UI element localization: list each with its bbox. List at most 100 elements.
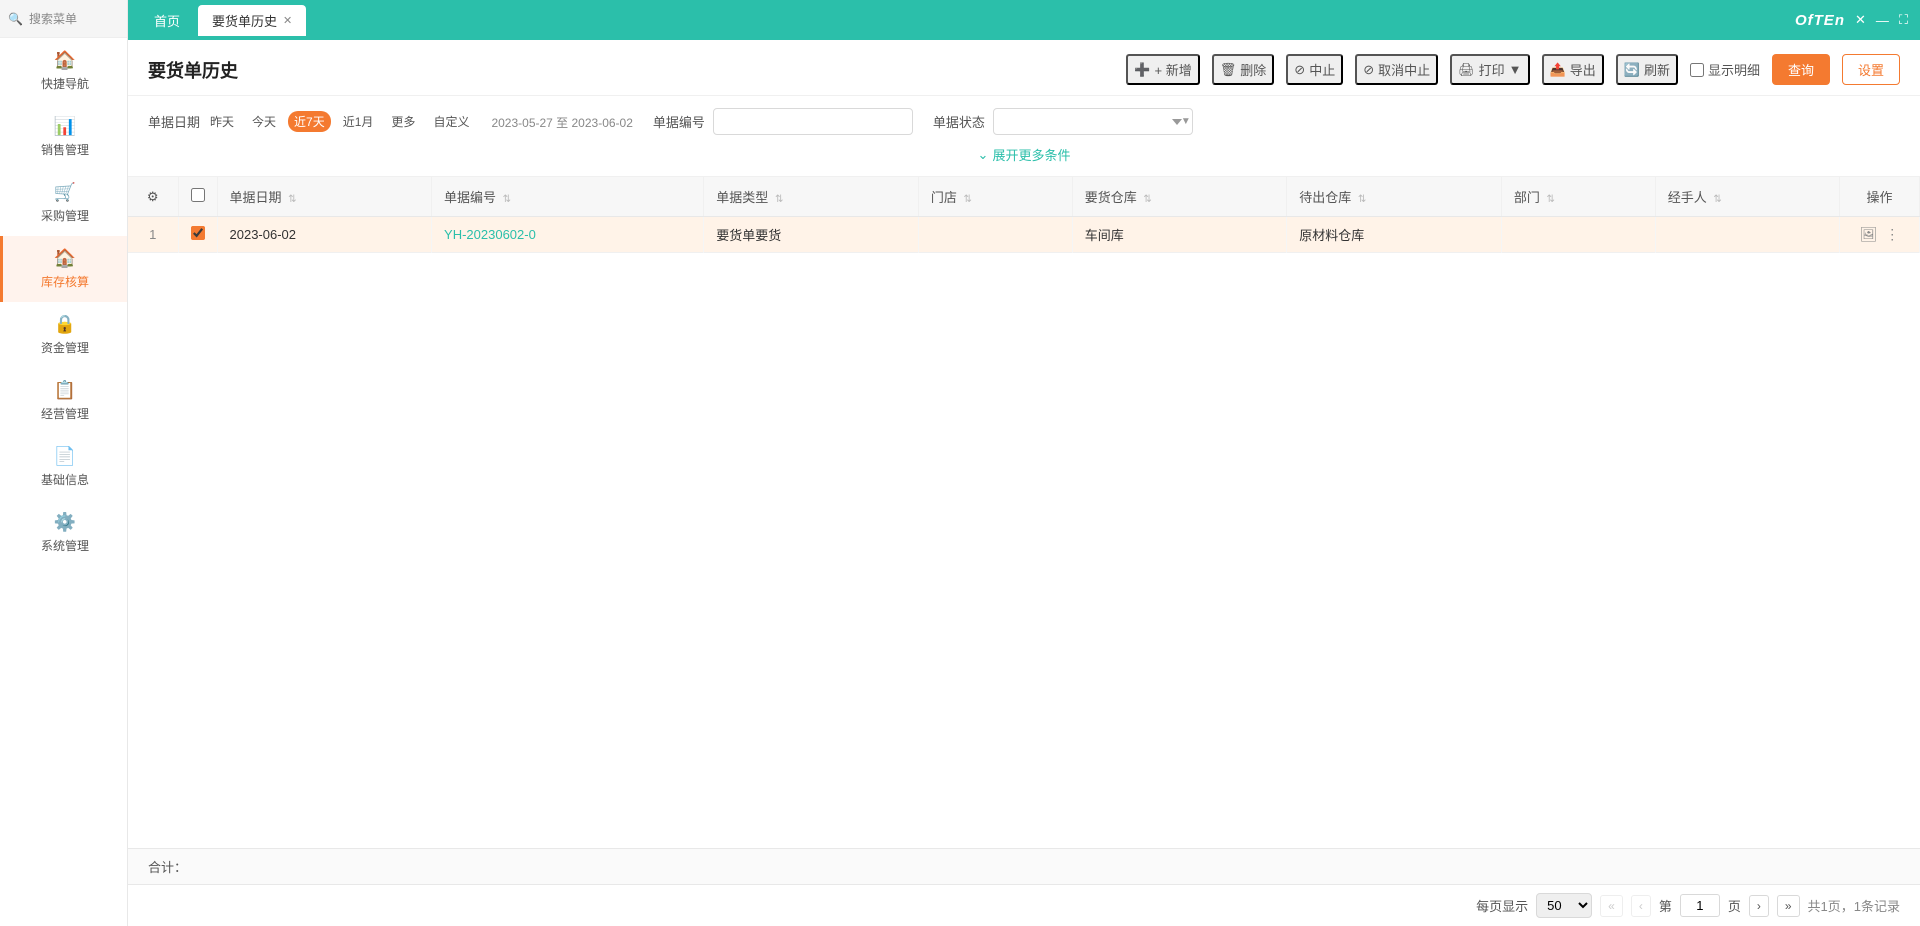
date-tab-more[interactable]: 更多 (385, 111, 421, 132)
sort-reqwarehouse-icon: ⇅ (1143, 194, 1151, 205)
sort-handler-icon: ⇅ (1713, 194, 1721, 205)
query-button[interactable]: 查询 (1772, 54, 1830, 85)
export-button[interactable]: 📤 导出 (1542, 54, 1604, 85)
sidebar: 🔍 搜索菜单 🏠 快捷导航 📊 销售管理 🛒 采购管理 🏠 库存核算 🔒 资金管… (0, 0, 128, 926)
settings-button[interactable]: 设置 (1842, 54, 1900, 85)
sidebar-item-purchase[interactable]: 🛒 采购管理 (0, 170, 127, 236)
content-area: 要货单历史 ➕ + 新增 🗑 删除 ⊘ 中止 ⊘ 取消中止 (128, 40, 1920, 926)
sidebar-item-quick-nav[interactable]: 🏠 快捷导航 (0, 38, 127, 104)
tab-close-icon[interactable]: ✕ (283, 14, 292, 27)
col-handler-label: 经手人 (1668, 190, 1707, 205)
last-page-button[interactable]: » (1777, 895, 1800, 917)
display-detail-checkbox[interactable] (1690, 63, 1704, 77)
date-tab-today[interactable]: 今天 (246, 111, 282, 132)
finance-icon: 🔒 (54, 314, 76, 335)
sidebar-item-basic[interactable]: 📄 基础信息 (0, 434, 127, 500)
cart-icon: 🛒 (54, 182, 76, 203)
sort-date-icon: ⇅ (288, 194, 296, 205)
col-store-header[interactable]: 门店 ⇅ (918, 177, 1072, 217)
row-date: 2023-06-02 (217, 217, 432, 253)
row-reqwarehouse: 车间库 (1072, 217, 1287, 253)
col-date-header[interactable]: 单据日期 ⇅ (217, 177, 432, 217)
topbar-right: OfTEn ✕ — ⛶ (1795, 12, 1908, 29)
col-docno-header[interactable]: 单据编号 ⇅ (432, 177, 704, 217)
tab-requisition-history[interactable]: 要货单历史 ✕ (198, 5, 306, 36)
col-doctype-label: 单据类型 (716, 190, 768, 205)
refresh-icon: 🔄 (1624, 62, 1640, 78)
delete-button[interactable]: 🗑 删除 (1212, 54, 1275, 85)
date-tab-last7days[interactable]: 近7天 (288, 111, 331, 132)
window-minimize-icon[interactable]: — (1876, 13, 1889, 28)
col-dept-label: 部门 (1514, 190, 1540, 205)
row-docno-link[interactable]: YH-20230602-0 (444, 227, 536, 242)
col-pendingwarehouse-label: 待出仓库 (1299, 190, 1351, 205)
row-dept (1501, 217, 1655, 253)
row-checkbox[interactable] (191, 226, 205, 240)
row-more-icon[interactable]: ⋮ (1885, 226, 1899, 242)
per-page-select[interactable]: 10 20 50 100 (1536, 893, 1592, 918)
doc-number-input[interactable] (713, 108, 913, 135)
sidebar-search[interactable]: 🔍 搜索菜单 (0, 0, 127, 38)
cancel-stop-icon: ⊘ (1363, 62, 1374, 78)
sidebar-item-label: 基础信息 (41, 471, 89, 488)
date-tab-last1month[interactable]: 近1月 (337, 111, 380, 132)
window-close-icon[interactable]: ✕ (1855, 12, 1866, 28)
date-tab-custom[interactable]: 自定义 (427, 111, 475, 132)
print-button[interactable]: 🖨 打印 ▼ (1450, 54, 1529, 85)
col-handler-header[interactable]: 经手人 ⇅ (1655, 177, 1839, 217)
tab-home[interactable]: 首页 (140, 5, 194, 36)
refresh-button[interactable]: 🔄 刷新 (1616, 54, 1678, 85)
row-pendingwarehouse: 原材料仓库 (1287, 217, 1502, 253)
page-header: 要货单历史 ➕ + 新增 🗑 删除 ⊘ 中止 ⊘ 取消中止 (128, 40, 1920, 96)
row-checkbox-cell (178, 217, 217, 253)
plus-icon: ➕ (1134, 62, 1150, 78)
col-settings[interactable]: ⚙ (128, 177, 178, 217)
expand-more-btn[interactable]: ⌄ 展开更多条件 (978, 145, 1071, 164)
doc-number-filter-group: 单据编号 (653, 108, 913, 135)
sidebar-item-sales[interactable]: 📊 销售管理 (0, 104, 127, 170)
select-all-checkbox[interactable] (191, 188, 205, 202)
table-container: ⚙ 单据日期 ⇅ 单据编号 ⇅ 单据类型 (128, 177, 1920, 848)
system-icon: ⚙️ (54, 512, 76, 533)
sidebar-item-inventory[interactable]: 🏠 库存核算 (0, 236, 127, 302)
home-icon: 🏠 (54, 50, 76, 71)
page-title: 要货单历史 (148, 57, 238, 83)
col-docno-label: 单据编号 (444, 190, 496, 205)
window-maximize-icon[interactable]: ⛶ (1899, 12, 1908, 28)
tab-home-label: 首页 (154, 11, 180, 30)
row-view-icon[interactable]: 🖼 (1860, 226, 1878, 242)
display-detail-toggle[interactable]: 显示明细 (1690, 60, 1760, 79)
new-button[interactable]: ➕ + 新增 (1126, 54, 1199, 85)
sort-pendingwarehouse-icon: ⇅ (1358, 194, 1366, 205)
date-filter-label: 单据日期 (148, 112, 200, 131)
status-select[interactable] (993, 108, 1193, 135)
per-page-label: 每页显示 (1476, 896, 1528, 915)
operation-icon: 📋 (54, 380, 76, 401)
display-detail-label: 显示明细 (1708, 60, 1760, 79)
col-reqwarehouse-label: 要货仓库 (1085, 190, 1137, 205)
page-label: 第 (1659, 896, 1672, 915)
sidebar-item-label: 资金管理 (41, 339, 89, 356)
page-input[interactable] (1680, 894, 1720, 917)
pagination: 每页显示 10 20 50 100 « ‹ 第 页 › » 共1页，1条记录 (128, 884, 1920, 926)
summary-label: 合计： (148, 857, 187, 876)
col-dept-header[interactable]: 部门 ⇅ (1501, 177, 1655, 217)
cancel-stop-button[interactable]: ⊘ 取消中止 (1355, 54, 1438, 85)
next-page-button[interactable]: › (1749, 895, 1769, 917)
col-doctype-header[interactable]: 单据类型 ⇅ (704, 177, 919, 217)
col-pendingwarehouse-header[interactable]: 待出仓库 ⇅ (1287, 177, 1502, 217)
prev-page-button[interactable]: ‹ (1631, 895, 1651, 917)
sidebar-item-label: 经营管理 (41, 405, 89, 422)
sidebar-item-finance[interactable]: 🔒 资金管理 (0, 302, 127, 368)
sidebar-item-system[interactable]: ⚙️ 系统管理 (0, 500, 127, 566)
sidebar-item-operation[interactable]: 📋 经营管理 (0, 368, 127, 434)
sidebar-search-label: 搜索菜单 (29, 10, 77, 27)
col-checkbox-header (178, 177, 217, 217)
first-page-button[interactable]: « (1600, 895, 1623, 917)
col-reqwarehouse-header[interactable]: 要货仓库 ⇅ (1072, 177, 1287, 217)
export-icon: 📤 (1550, 62, 1566, 78)
row-handler (1655, 217, 1839, 253)
date-tab-yesterday[interactable]: 昨天 (204, 111, 240, 132)
stop-button[interactable]: ⊘ 中止 (1286, 54, 1343, 85)
print-dropdown-icon: ▼ (1509, 62, 1522, 77)
